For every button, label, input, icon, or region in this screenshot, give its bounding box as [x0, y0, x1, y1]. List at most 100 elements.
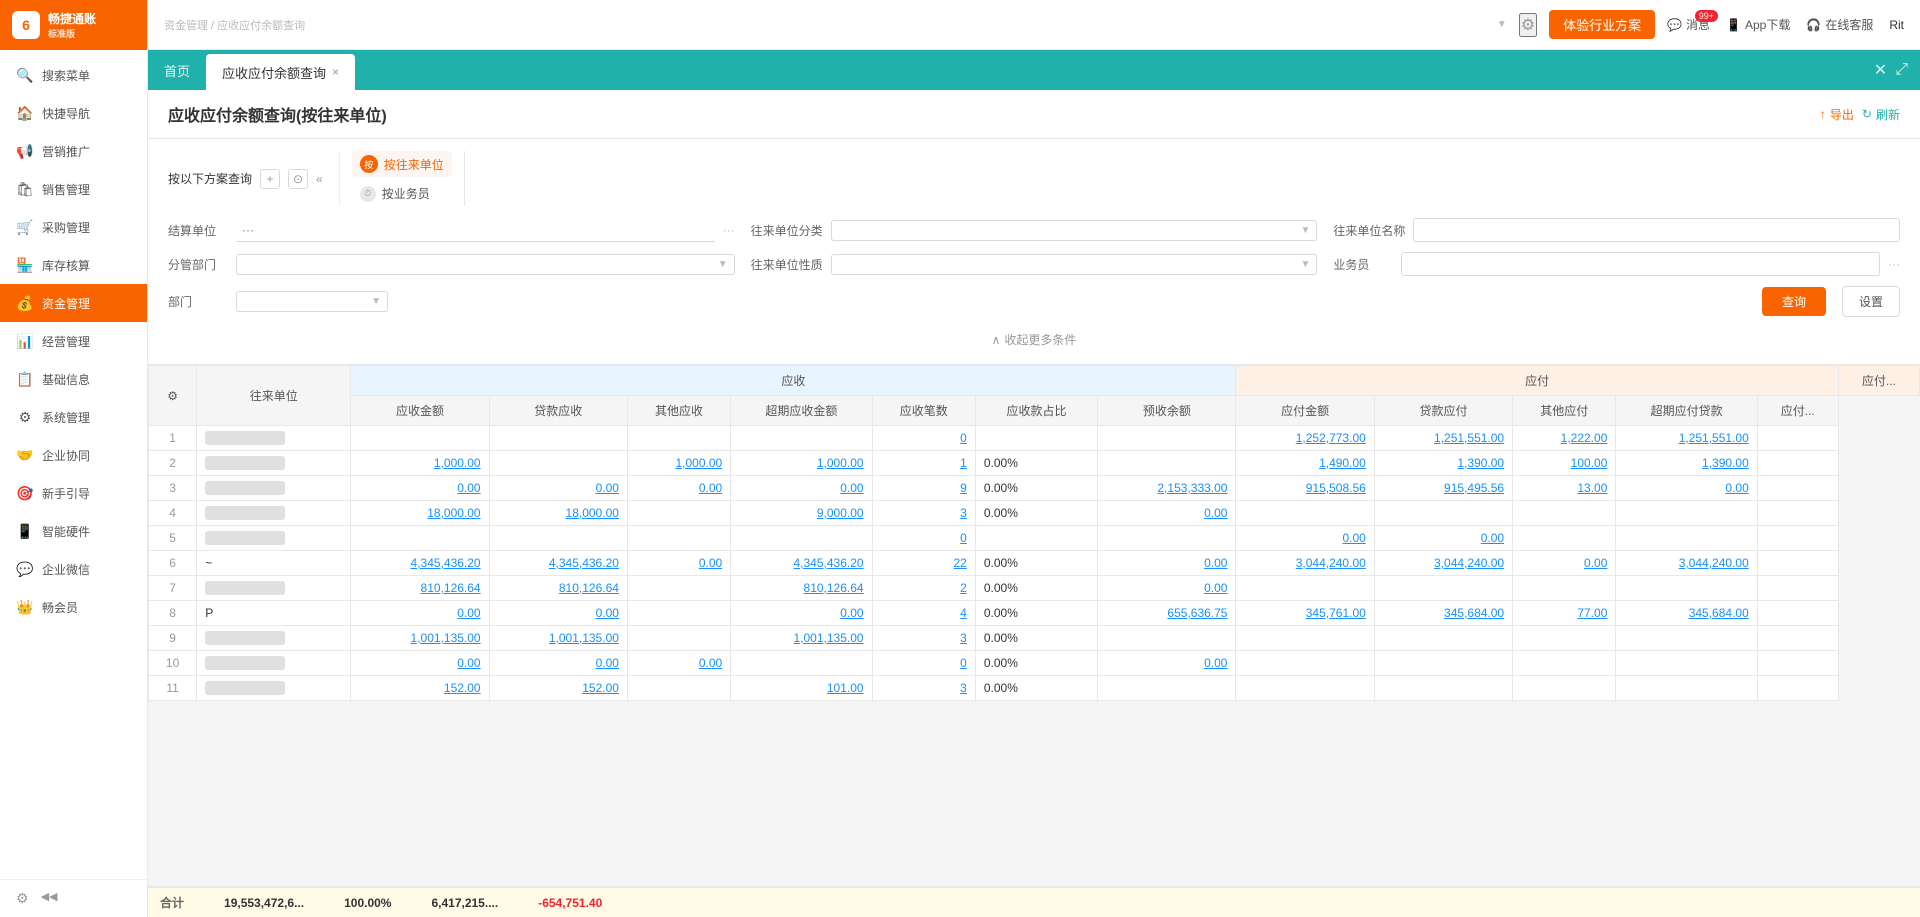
topbar-gear-button[interactable]: ⚙: [1519, 13, 1537, 37]
table-cell[interactable]: 2: [872, 576, 975, 601]
salesperson-more-icon[interactable]: ···: [1888, 257, 1900, 271]
sidebar-item-system[interactable]: ⚙ 系统管理: [0, 398, 147, 436]
table-cell[interactable]: 3,044,240.00: [1616, 551, 1757, 576]
sidebar-item-search[interactable]: 🔍 搜索菜单: [0, 56, 147, 94]
table-cell[interactable]: 3,044,240.00: [1236, 551, 1374, 576]
table-cell[interactable]: 0.00: [489, 476, 627, 501]
app-download-action[interactable]: 📱 App下载: [1726, 16, 1790, 33]
table-cell[interactable]: 1,000.00: [731, 451, 872, 476]
filter-category-select[interactable]: ▼: [831, 220, 1318, 241]
table-cell[interactable]: 345,684.00: [1374, 601, 1512, 626]
table-cell[interactable]: 9: [872, 476, 975, 501]
scheme-item-salesperson[interactable]: ⏱ 按业务员: [352, 181, 452, 206]
table-cell[interactable]: 1,390.00: [1374, 451, 1512, 476]
user-info[interactable]: Rit: [1889, 18, 1904, 32]
promo-button[interactable]: 体验行业方案: [1549, 10, 1655, 39]
refresh-button[interactable]: ↻ 刷新: [1862, 106, 1900, 123]
table-cell[interactable]: 0.00%: [975, 451, 1097, 476]
table-cell[interactable]: 4: [872, 601, 975, 626]
table-cell[interactable]: 1,251,551.00: [1374, 426, 1512, 451]
sidebar-item-collab[interactable]: 🤝 企业协同: [0, 436, 147, 474]
sidebar-item-inventory[interactable]: 🏪 库存核算: [0, 246, 147, 284]
table-cell[interactable]: 0.00: [1098, 576, 1236, 601]
sidebar-item-member[interactable]: 👑 畅会员: [0, 588, 147, 626]
filter-collapse-button[interactable]: «: [316, 172, 323, 186]
messages-action[interactable]: 💬 消息 99+: [1667, 16, 1710, 33]
table-cell[interactable]: 0.00: [1098, 501, 1236, 526]
collapse-more-button[interactable]: ∧ 收起更多条件: [168, 327, 1900, 352]
table-cell[interactable]: 0.00: [1513, 551, 1616, 576]
table-cell[interactable]: 1,001,135.00: [489, 626, 627, 651]
table-cell[interactable]: 0.00%: [975, 551, 1097, 576]
online-service-action[interactable]: 🎧 在线客服: [1806, 16, 1873, 33]
table-cell[interactable]: 18,000.00: [489, 501, 627, 526]
table-cell[interactable]: 152.00: [489, 676, 627, 701]
table-cell[interactable]: 655,636.75: [1098, 601, 1236, 626]
query-button[interactable]: 查询: [1762, 287, 1826, 316]
breadcrumb-chevron-icon[interactable]: ▼: [1497, 19, 1507, 30]
table-cell[interactable]: 0.00: [489, 651, 627, 676]
table-cell[interactable]: 0.00: [731, 601, 872, 626]
table-cell[interactable]: 1,001,135.00: [351, 626, 489, 651]
table-cell[interactable]: 0.00: [627, 651, 730, 676]
table-cell[interactable]: 810,126.64: [351, 576, 489, 601]
table-cell[interactable]: 0.00: [1236, 526, 1374, 551]
settlement-more-icon[interactable]: ···: [723, 223, 735, 237]
sidebar-item-hardware[interactable]: 📱 智能硬件: [0, 512, 147, 550]
table-cell[interactable]: 0.00: [1098, 551, 1236, 576]
footer-collapse-icon[interactable]: ◀◀: [41, 890, 58, 907]
sidebar-item-wechat[interactable]: 💬 企业微信: [0, 550, 147, 588]
filter-add-button[interactable]: +: [260, 169, 280, 189]
table-cell[interactable]: 152.00: [351, 676, 489, 701]
table-cell[interactable]: 3: [872, 501, 975, 526]
table-cell[interactable]: 100.00: [1513, 451, 1616, 476]
table-cell[interactable]: 0.00%: [975, 676, 1097, 701]
table-cell[interactable]: 345,684.00: [1616, 601, 1757, 626]
table-cell[interactable]: 915,495.56: [1374, 476, 1512, 501]
filter-nature-select[interactable]: ▼: [831, 254, 1318, 275]
table-cell[interactable]: 77.00: [1513, 601, 1616, 626]
table-cell[interactable]: 4,345,436.20: [351, 551, 489, 576]
table-cell[interactable]: 0.00: [351, 601, 489, 626]
table-cell[interactable]: 0: [872, 651, 975, 676]
table-wrapper[interactable]: ⚙ 往来单位 应收 应付 应付... 应收金额 贷款应收 其他应收 超期应收金额…: [148, 365, 1920, 886]
tab-home[interactable]: 首页: [148, 50, 206, 90]
table-cell[interactable]: 1,490.00: [1236, 451, 1374, 476]
table-cell[interactable]: 1,001,135.00: [731, 626, 872, 651]
table-cell[interactable]: 4,345,436.20: [489, 551, 627, 576]
filter-settlement-input[interactable]: [236, 219, 715, 242]
scheme-item-company[interactable]: 按 按往来单位: [352, 151, 452, 177]
table-cell[interactable]: 13.00: [1513, 476, 1616, 501]
table-cell[interactable]: 0.00: [351, 476, 489, 501]
table-cell[interactable]: 22: [872, 551, 975, 576]
sidebar-item-marketing[interactable]: 📢 营销推广: [0, 132, 147, 170]
table-cell[interactable]: 915,508.56: [1236, 476, 1374, 501]
filter-settings-button[interactable]: ⊙: [288, 169, 308, 189]
table-cell[interactable]: 18,000.00: [351, 501, 489, 526]
table-cell[interactable]: 0.00%: [975, 501, 1097, 526]
table-cell[interactable]: 0.00: [1098, 651, 1236, 676]
table-cell[interactable]: 0.00: [627, 476, 730, 501]
table-cell[interactable]: 0.00: [627, 551, 730, 576]
sidebar-item-purchase[interactable]: 🛒 采购管理: [0, 208, 147, 246]
table-cell[interactable]: 1,251,551.00: [1616, 426, 1757, 451]
table-cell[interactable]: 3: [872, 626, 975, 651]
table-cell[interactable]: 1,000.00: [351, 451, 489, 476]
table-cell[interactable]: 2,153,333.00: [1098, 476, 1236, 501]
table-cell[interactable]: 4,345,436.20: [731, 551, 872, 576]
export-button[interactable]: ↑ 导出: [1820, 106, 1854, 123]
table-cell[interactable]: 0.00%: [975, 476, 1097, 501]
sidebar-item-basic[interactable]: 📋 基础信息: [0, 360, 147, 398]
table-cell[interactable]: 345,761.00: [1236, 601, 1374, 626]
table-cell[interactable]: 1,252,773.00: [1236, 426, 1374, 451]
sidebar-item-guide[interactable]: 🎯 新手引导: [0, 474, 147, 512]
table-cell[interactable]: 0.00%: [975, 651, 1097, 676]
sidebar-item-operations[interactable]: 📊 经营管理: [0, 322, 147, 360]
table-cell[interactable]: 0.00: [489, 601, 627, 626]
table-cell[interactable]: 0: [872, 426, 975, 451]
filter-name-input[interactable]: [1413, 218, 1900, 242]
table-cell[interactable]: 3: [872, 676, 975, 701]
tab-query[interactable]: 应收应付余额查询 ×: [206, 54, 355, 90]
table-cell[interactable]: 1,222.00: [1513, 426, 1616, 451]
table-cell[interactable]: 1,000.00: [627, 451, 730, 476]
